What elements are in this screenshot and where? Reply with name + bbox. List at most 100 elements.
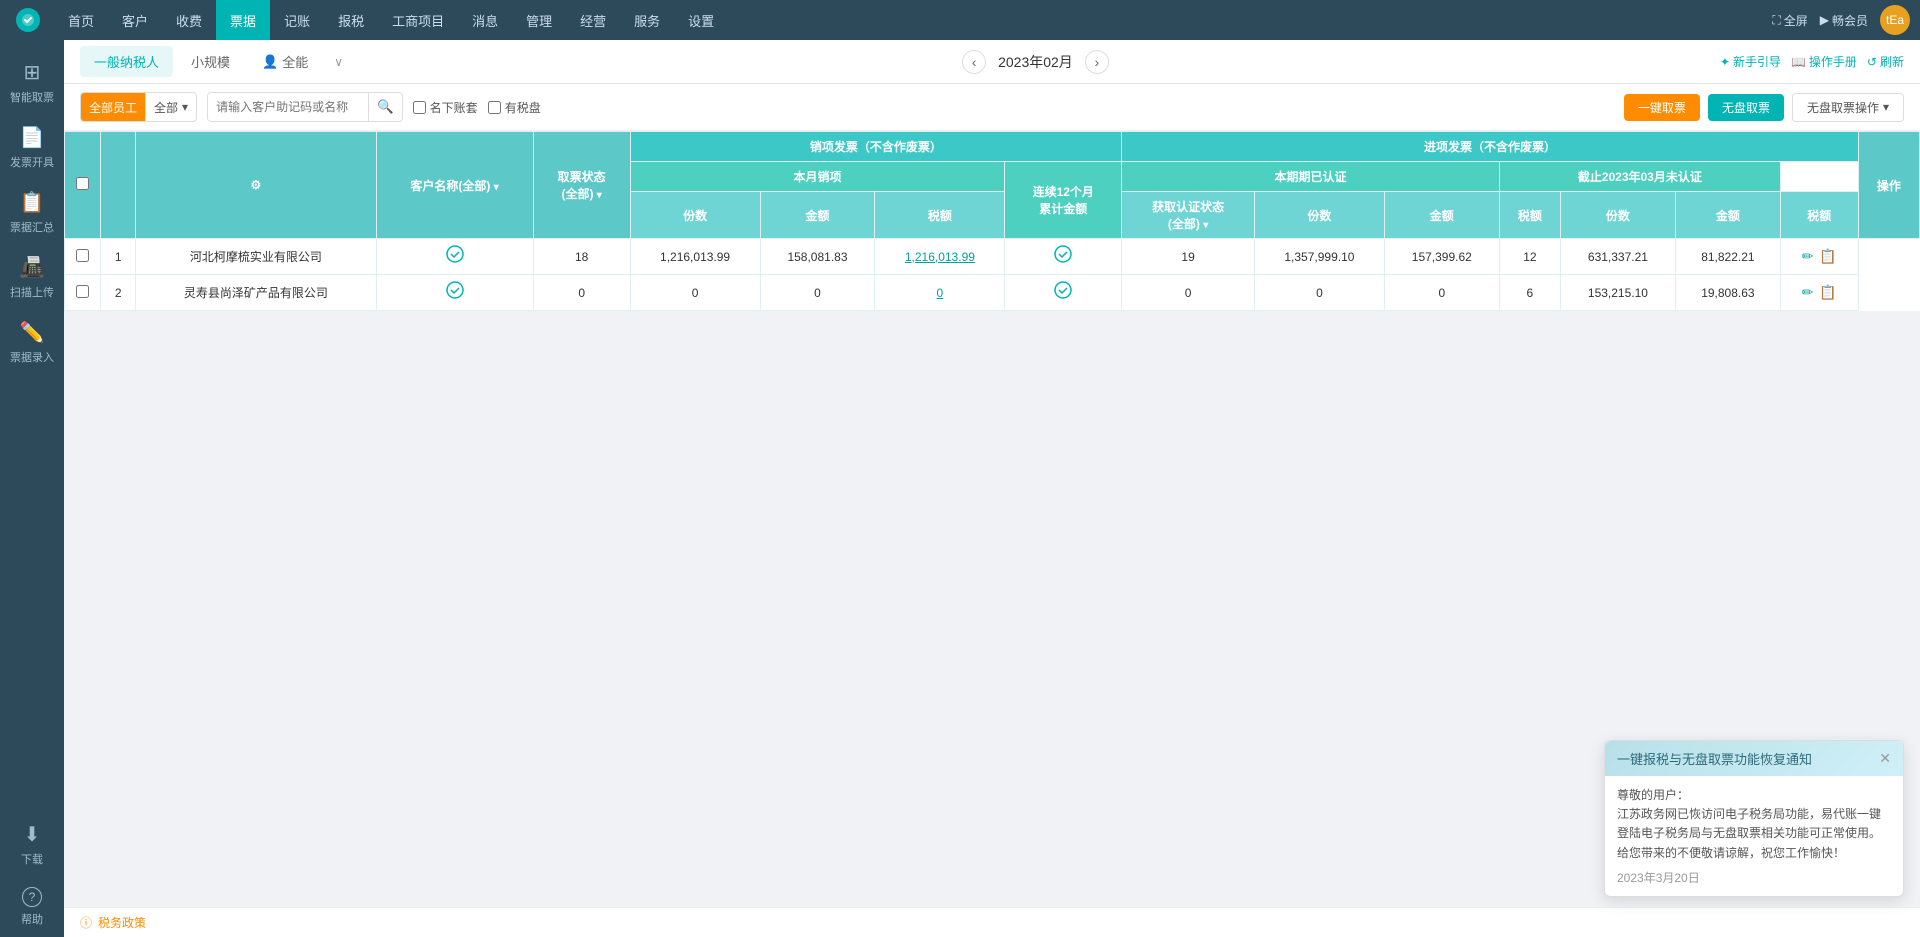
- fullscreen-btn[interactable]: ⛶ 全屏: [1772, 12, 1807, 29]
- settings-icon[interactable]: ⚙: [251, 178, 262, 192]
- row2-unverified-count: 6: [1499, 275, 1560, 311]
- filter-dropdown[interactable]: 全部 ▾: [145, 93, 196, 121]
- nav-accounting[interactable]: 记账: [270, 0, 324, 40]
- row1-sales-tax: 158,081.83: [760, 239, 875, 275]
- verify-status-filter-icon[interactable]: ▾: [1203, 220, 1208, 231]
- invoice-table-wrap: ⚙ 客户名称(全部) ▾ 取票状态(全部) ▾ 销项发票（不含作废票） 进项发票…: [64, 131, 1920, 311]
- row1-checkbox[interactable]: [65, 239, 101, 275]
- row1-purchase-count: 19: [1122, 239, 1255, 275]
- row2-purchase-tax: 0: [1384, 275, 1499, 311]
- sidebar-label-scan-upload: 扫描上传: [10, 284, 54, 300]
- row1-sales-cumulative[interactable]: 1,216,013.99: [875, 239, 1005, 275]
- th-purchase-group: 进项发票（不含作废票）: [1122, 132, 1858, 162]
- sidebar-item-download[interactable]: ⬇ 下载: [0, 812, 64, 877]
- row2-fetch-status: [376, 275, 533, 311]
- th-sales-cumulative: 连续12个月累计金额: [1005, 162, 1122, 239]
- download-icon: ⬇: [24, 822, 41, 847]
- sidebar-label-invoice-entry: 票据录入: [10, 349, 54, 365]
- notification-popup: 一键报税与无盘取票功能恢复通知 ✕ 尊敬的用户： 江苏政务网已恢访问电子税务局功…: [1604, 740, 1904, 897]
- scan-upload-icon: 📠: [20, 255, 45, 280]
- row1-edit-btn[interactable]: ✏: [1802, 248, 1814, 265]
- nav-right: ⛶ 全屏 ▶ 畅会员 tEa: [1772, 5, 1910, 35]
- nav-settings[interactable]: 设置: [674, 0, 728, 40]
- user-avatar[interactable]: tEa: [1880, 5, 1910, 35]
- toolbar: 全部员工 全部 ▾ 🔍 名下账套 有税盘 一键取票 无盘取票 无盘取票操作: [64, 84, 1920, 131]
- row2-edit-btn[interactable]: ✏: [1802, 284, 1814, 301]
- checkbox-tax-disk-input[interactable]: [488, 101, 501, 114]
- row1-detail-btn[interactable]: 📋: [1819, 248, 1836, 265]
- nav-tax[interactable]: 报税: [324, 0, 378, 40]
- sidebar-item-invoice-issue[interactable]: 📄 发票开具: [0, 115, 64, 180]
- fetch-status-filter-icon[interactable]: ▾: [597, 190, 602, 201]
- filter-label: 全部员工: [81, 93, 145, 121]
- next-period-btn[interactable]: ›: [1085, 50, 1109, 74]
- dropdown-icon: ▾: [1883, 100, 1889, 114]
- diskless-ops-label: 无盘取票操作: [1807, 99, 1879, 116]
- vip-btn[interactable]: ▶ 畅会员: [1820, 12, 1868, 29]
- checkbox-own-account[interactable]: 名下账套: [413, 99, 478, 116]
- nav-fee[interactable]: 收费: [162, 0, 216, 40]
- th-sales-current-month: 本月销项: [630, 162, 1005, 192]
- diskless-fetch-btn[interactable]: 无盘取票: [1708, 94, 1784, 121]
- sidebar-item-help[interactable]: ? 帮助: [0, 877, 64, 937]
- th-purchase-current-period: 本期期已认证: [1122, 162, 1500, 192]
- sidebar-item-invoice-entry[interactable]: ✏️ 票据录入: [0, 310, 64, 375]
- search-input[interactable]: [208, 93, 368, 121]
- sidebar-item-smart-fetch[interactable]: ⊞ 智能取票: [0, 50, 64, 115]
- tab-general-taxpayer[interactable]: 一般纳税人: [80, 46, 173, 77]
- notification-header: 一键报税与无盘取票功能恢复通知 ✕: [1605, 741, 1903, 776]
- status-text[interactable]: 税务政策: [98, 914, 146, 931]
- nav-operate[interactable]: 经营: [566, 0, 620, 40]
- notification-title: 一键报税与无盘取票功能恢复通知: [1617, 749, 1812, 768]
- th-purchase-amount: 金额: [1384, 192, 1499, 239]
- row2-unverified-tax: 19,808.63: [1675, 275, 1780, 311]
- select-all-checkbox[interactable]: [76, 177, 89, 190]
- sidebar-label-invoice-summary: 票据汇总: [10, 219, 54, 235]
- nav-home[interactable]: 首页: [54, 0, 108, 40]
- manual-btn[interactable]: 📖 操作手册: [1791, 53, 1857, 70]
- sidebar-item-scan-upload[interactable]: 📠 扫描上传: [0, 245, 64, 310]
- one-click-fetch-btn[interactable]: 一键取票: [1624, 94, 1700, 121]
- sidebar-item-invoice-summary[interactable]: 📋 票据汇总: [0, 180, 64, 245]
- diskless-ops-btn[interactable]: 无盘取票操作 ▾: [1792, 93, 1904, 122]
- tab-bar: 一般纳税人 小规模 👤 全能 ∨ ‹ 2023年02月 › ✦ 新手引导 📖 操…: [64, 40, 1920, 84]
- employee-filter[interactable]: 全部员工 全部 ▾: [80, 92, 197, 122]
- th-purchase-count: 份数: [1254, 192, 1384, 239]
- nav-service[interactable]: 服务: [620, 0, 674, 40]
- refresh-btn[interactable]: ↺ 刷新: [1867, 53, 1904, 70]
- checkbox-own-account-input[interactable]: [413, 101, 426, 114]
- help-icon: ?: [22, 887, 42, 907]
- nav-customer[interactable]: 客户: [108, 0, 162, 40]
- notification-close-btn[interactable]: ✕: [1879, 750, 1891, 767]
- th-purchase-tax: 税额: [1499, 192, 1560, 239]
- tab-all-in-one[interactable]: 👤 全能: [248, 46, 322, 77]
- sidebar-label-help: 帮助: [21, 911, 43, 927]
- row2-checkbox[interactable]: [65, 275, 101, 311]
- row2-actions: ✏ 📋: [1780, 275, 1858, 311]
- prev-period-btn[interactable]: ‹: [962, 50, 986, 74]
- checkbox-tax-disk[interactable]: 有税盘: [488, 99, 541, 116]
- row2-sales-cumulative[interactable]: 0: [875, 275, 1005, 311]
- th-unverified-amount: 金额: [1675, 192, 1780, 239]
- top-nav: 首页 客户 收费 票据 记账 报税 工商项目 消息 管理 经营 服务 设置 ⛶ …: [0, 0, 1920, 40]
- filter-icon[interactable]: ▾: [494, 182, 499, 193]
- tab-bar-right: ✦ 新手引导 📖 操作手册 ↺ 刷新: [1720, 53, 1904, 70]
- logo[interactable]: [10, 2, 46, 38]
- nav-business[interactable]: 工商项目: [378, 0, 458, 40]
- th-settings: ⚙: [136, 132, 376, 239]
- search-button[interactable]: 🔍: [368, 93, 402, 121]
- row1-sales-amount: 1,216,013.99: [630, 239, 760, 275]
- tab-small-scale[interactable]: 小规模: [177, 46, 244, 77]
- row1-index: 1: [101, 239, 136, 275]
- nav-invoice[interactable]: 票据: [216, 0, 270, 40]
- row1-actions: ✏ 📋: [1780, 239, 1858, 275]
- row2-sales-count: 0: [533, 275, 630, 311]
- th-operations: 操作: [1858, 132, 1919, 239]
- guide-btn[interactable]: ✦ 新手引导: [1720, 53, 1781, 70]
- nav-manage[interactable]: 管理: [512, 0, 566, 40]
- search-icon: 🔍: [377, 99, 394, 115]
- th-fetch-status: 取票状态(全部) ▾: [533, 132, 630, 239]
- row2-detail-btn[interactable]: 📋: [1819, 284, 1836, 301]
- nav-message[interactable]: 消息: [458, 0, 512, 40]
- tab-more-btn[interactable]: ∨: [326, 51, 351, 73]
